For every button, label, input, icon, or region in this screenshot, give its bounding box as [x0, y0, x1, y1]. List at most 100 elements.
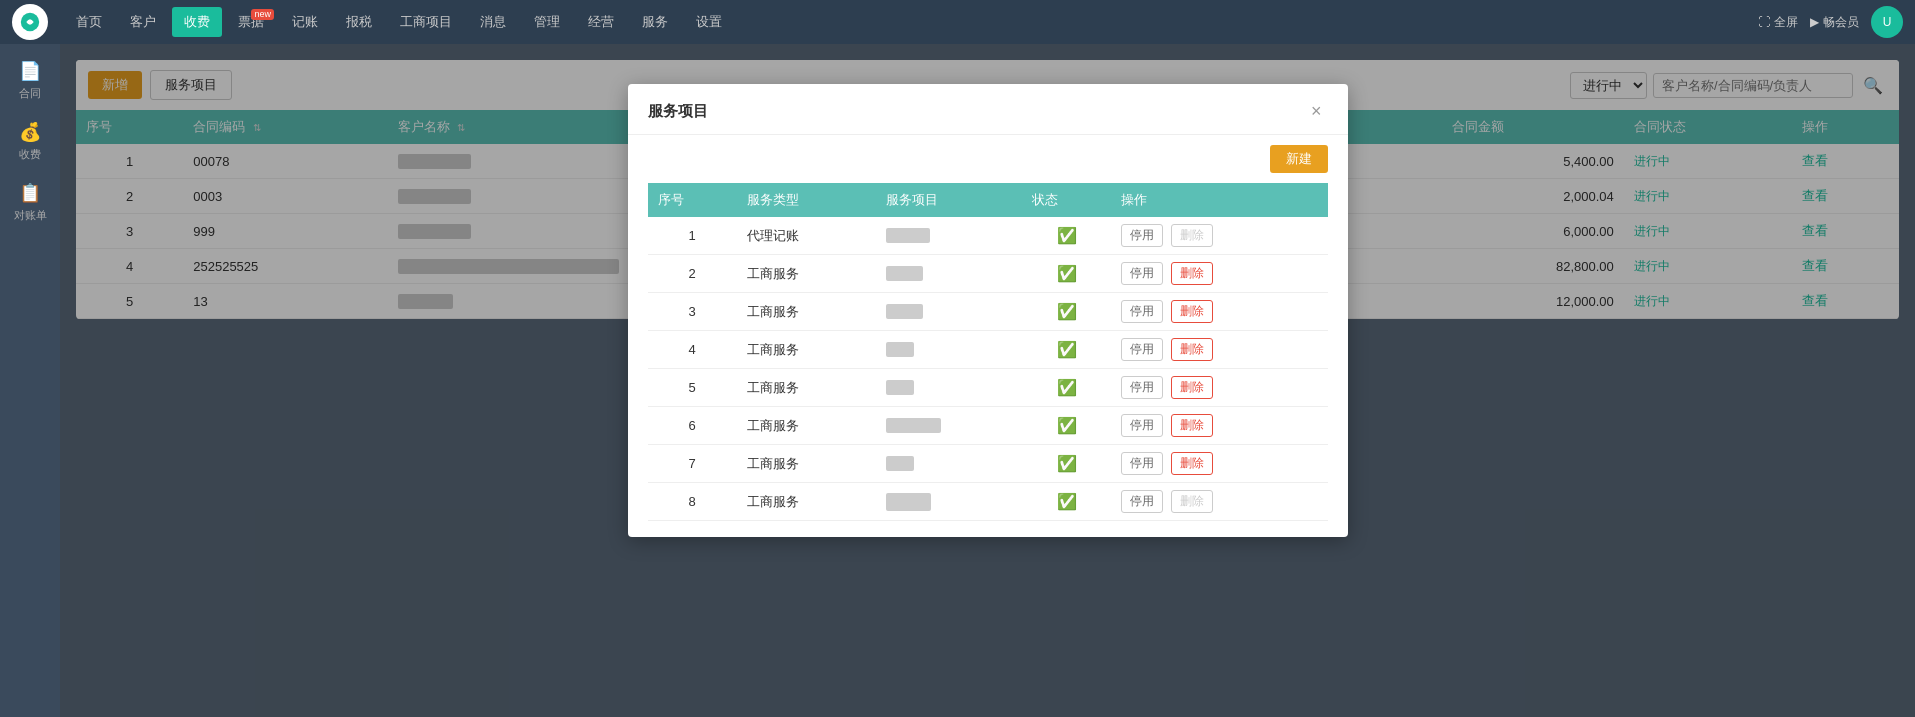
- mcell-seq: 4: [648, 331, 737, 369]
- mcell-status: ✅: [1022, 445, 1111, 483]
- nav-home[interactable]: 首页: [64, 7, 114, 37]
- mcol-action: 操作: [1111, 183, 1327, 217]
- list-item: 6 工商服务 ██████ ✅ 停用 删除: [648, 407, 1328, 445]
- status-active-icon: ✅: [1057, 303, 1077, 320]
- nav-message[interactable]: 消息: [468, 7, 518, 37]
- mcell-action: 停用 删除: [1111, 407, 1327, 445]
- service-items-table: 序号 服务类型 服务项目 状态 操作 1 代理记账 ████1 ✅: [648, 183, 1328, 521]
- stop-button[interactable]: 停用: [1121, 376, 1163, 399]
- delete-button: 删除: [1171, 224, 1213, 247]
- delete-button[interactable]: 删除: [1171, 452, 1213, 475]
- delete-button[interactable]: 删除: [1171, 338, 1213, 361]
- nav-right: ⛶ 全屏 ▶ 畅会员 U: [1758, 6, 1903, 38]
- stop-button[interactable]: 停用: [1121, 414, 1163, 437]
- mcell-type: 工商服务: [737, 369, 877, 407]
- top-navigation: 首页 客户 收费 票据 new 记账 报税 工商项目 消息 管理 经营 服务 设…: [0, 0, 1915, 44]
- mcol-item: 服务项目: [876, 183, 1022, 217]
- mcell-action: 停用 删除: [1111, 369, 1327, 407]
- delete-button[interactable]: 删除: [1171, 414, 1213, 437]
- nav-fee[interactable]: 收费: [172, 7, 222, 37]
- modal-table-body: 1 代理记账 ████1 ✅ 停用 删除 2 工商服务 ████ ✅ 停用 删除…: [648, 217, 1328, 521]
- status-active-icon: ✅: [1057, 379, 1077, 396]
- mcell-status: ✅: [1022, 483, 1111, 521]
- list-item: 8 工商服务 ██注册 ✅ 停用 删除: [648, 483, 1328, 521]
- mcell-item: ██注册: [876, 483, 1022, 521]
- status-active-icon: ✅: [1057, 341, 1077, 358]
- stop-button[interactable]: 停用: [1121, 490, 1163, 513]
- modal-title: 服务项目: [648, 102, 708, 121]
- member-btn[interactable]: ▶ 畅会员: [1810, 14, 1859, 31]
- new-badge: new: [251, 9, 274, 20]
- mcell-status: ✅: [1022, 369, 1111, 407]
- stop-button[interactable]: 停用: [1121, 262, 1163, 285]
- mcell-action: 停用 删除: [1111, 255, 1327, 293]
- nav-manage[interactable]: 管理: [522, 7, 572, 37]
- fee-icon: 💰: [19, 121, 41, 143]
- modal-overlay: 服务项目 × 新建 序号 服务类型 服务项目 状态: [60, 44, 1915, 717]
- stop-button[interactable]: 停用: [1121, 338, 1163, 361]
- user-avatar[interactable]: U: [1871, 6, 1903, 38]
- mcell-action: 停用 删除: [1111, 293, 1327, 331]
- video-icon: ▶: [1810, 15, 1819, 29]
- mcell-action: 停用 删除: [1111, 217, 1327, 255]
- mcell-type: 代理记账: [737, 217, 877, 255]
- mcell-item: ████: [876, 255, 1022, 293]
- mcol-status: 状态: [1022, 183, 1111, 217]
- modal-table-header: 序号 服务类型 服务项目 状态 操作: [648, 183, 1328, 217]
- mcell-type: 工商服务: [737, 293, 877, 331]
- mcell-status: ✅: [1022, 331, 1111, 369]
- modal-header: 服务项目 ×: [628, 84, 1348, 135]
- modal-new-button[interactable]: 新建: [1270, 145, 1328, 173]
- modal-toolbar: 新建: [628, 135, 1348, 183]
- mcell-type: 工商服务: [737, 255, 877, 293]
- mcell-seq: 1: [648, 217, 737, 255]
- mcell-seq: 2: [648, 255, 737, 293]
- modal-body: 序号 服务类型 服务项目 状态 操作 1 代理记账 ████1 ✅: [628, 183, 1348, 537]
- nav-business[interactable]: 工商项目: [388, 7, 464, 37]
- status-active-icon: ✅: [1057, 493, 1077, 510]
- mcell-status: ✅: [1022, 255, 1111, 293]
- list-item: 7 工商服务 ███ ✅ 停用 删除: [648, 445, 1328, 483]
- status-active-icon: ✅: [1057, 227, 1077, 244]
- mcol-seq: 序号: [648, 183, 737, 217]
- list-item: 4 工商服务 ███ ✅ 停用 删除: [648, 331, 1328, 369]
- mcell-seq: 3: [648, 293, 737, 331]
- stop-button[interactable]: 停用: [1121, 452, 1163, 475]
- mcell-item: ███: [876, 369, 1022, 407]
- mcell-type: 工商服务: [737, 331, 877, 369]
- mcell-action: 停用 删除: [1111, 445, 1327, 483]
- mcell-item: ████1: [876, 217, 1022, 255]
- modal-close-button[interactable]: ×: [1305, 100, 1328, 122]
- fullscreen-btn[interactable]: ⛶ 全屏: [1758, 14, 1798, 31]
- contract-icon: 📄: [19, 60, 41, 82]
- stop-button[interactable]: 停用: [1121, 300, 1163, 323]
- mcell-seq: 7: [648, 445, 737, 483]
- mcell-type: 工商服务: [737, 483, 877, 521]
- service-modal: 服务项目 × 新建 序号 服务类型 服务项目 状态: [628, 84, 1348, 537]
- sidebar-item-reconciliation[interactable]: 📋 对账单: [2, 174, 58, 231]
- nav-settings[interactable]: 设置: [684, 7, 734, 37]
- status-active-icon: ✅: [1057, 455, 1077, 472]
- status-active-icon: ✅: [1057, 265, 1077, 282]
- sidebar-item-fee[interactable]: 💰 收费: [2, 113, 58, 170]
- app-logo: [12, 4, 48, 40]
- mcell-seq: 8: [648, 483, 737, 521]
- nav-customer[interactable]: 客户: [118, 7, 168, 37]
- nav-items: 首页 客户 收费 票据 new 记账 报税 工商项目 消息 管理 经营 服务 设…: [64, 7, 1758, 37]
- main-content: 新增 服务项目 进行中 已完成 已终止 🔍 序号 合同编: [60, 44, 1915, 717]
- status-active-icon: ✅: [1057, 417, 1077, 434]
- nav-bookkeeping[interactable]: 记账: [280, 7, 330, 37]
- mcell-status: ✅: [1022, 293, 1111, 331]
- delete-button[interactable]: 删除: [1171, 300, 1213, 323]
- nav-operations[interactable]: 经营: [576, 7, 626, 37]
- nav-service[interactable]: 服务: [630, 7, 680, 37]
- nav-tax[interactable]: 报税: [334, 7, 384, 37]
- delete-button[interactable]: 删除: [1171, 262, 1213, 285]
- list-item: 1 代理记账 ████1 ✅ 停用 删除: [648, 217, 1328, 255]
- mcell-item: ██████: [876, 407, 1022, 445]
- stop-button[interactable]: 停用: [1121, 224, 1163, 247]
- list-item: 2 工商服务 ████ ✅ 停用 删除: [648, 255, 1328, 293]
- sidebar-item-contract[interactable]: 📄 合同: [2, 52, 58, 109]
- nav-invoice[interactable]: 票据 new: [226, 7, 276, 37]
- delete-button[interactable]: 删除: [1171, 376, 1213, 399]
